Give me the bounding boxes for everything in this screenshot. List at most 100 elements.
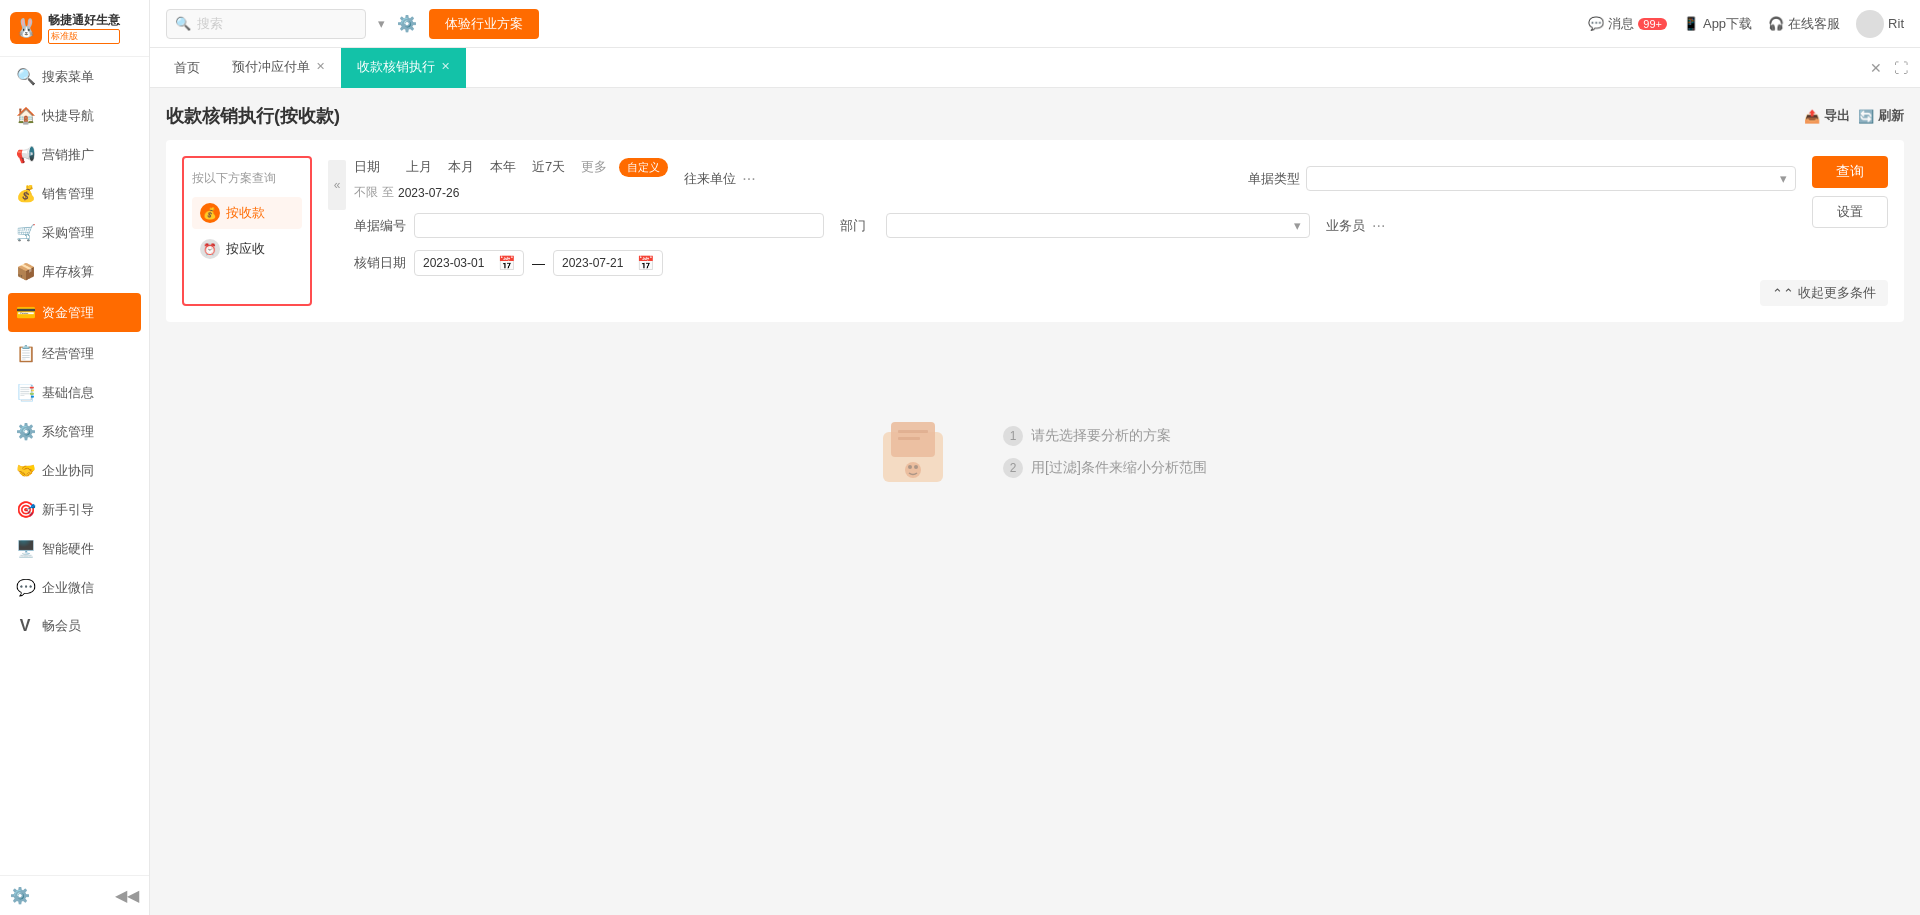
- query-button[interactable]: 查询: [1812, 156, 1888, 188]
- page-title: 收款核销执行(按收款): [166, 104, 340, 128]
- receivable-icon: ⏰: [200, 239, 220, 259]
- tab-close-icon[interactable]: ✕: [316, 60, 325, 73]
- bill-type-select[interactable]: ▾: [1306, 166, 1796, 191]
- main-area: 🔍 搜索 ▾ ⚙️ 体验行业方案 💬 消息 99+ 📱 App下载 🎧 在线客服…: [150, 0, 1920, 915]
- filter-collapse-toggle[interactable]: «: [328, 160, 346, 210]
- sidebar-menu: 🔍 搜索菜单 🏠 快捷导航 📢 营销推广 💰 销售管理 🛒 采购管理 📦 库存核…: [0, 57, 149, 875]
- online-service-button[interactable]: 🎧 在线客服: [1768, 15, 1840, 33]
- sidebar-item-label: 系统管理: [42, 423, 94, 441]
- empty-tip-2: 2 用[过滤]条件来缩小分析范围: [1003, 458, 1207, 478]
- chevron-left-icon: «: [334, 178, 341, 192]
- sidebar-item-search[interactable]: 🔍 搜索菜单: [0, 57, 149, 96]
- export-button[interactable]: 📤 导出: [1804, 107, 1850, 125]
- tab-prepay[interactable]: 预付冲应付单 ✕: [216, 48, 341, 88]
- sidebar-item-quicknav[interactable]: 🏠 快捷导航: [0, 96, 149, 135]
- bill-no-label: 单据编号: [354, 217, 406, 235]
- message-label: 消息: [1608, 15, 1634, 33]
- filter-action-buttons: 查询 设置: [1812, 156, 1888, 228]
- app-download-label: App下载: [1703, 15, 1752, 33]
- gear-icon[interactable]: ⚙️: [397, 14, 417, 33]
- writeoff-date-start-input[interactable]: 2023-03-01 📅: [414, 250, 524, 276]
- svg-point-5: [908, 465, 912, 469]
- app-download-button[interactable]: 📱 App下载: [1683, 15, 1752, 33]
- sidebar-item-system[interactable]: ⚙️ 系统管理: [0, 412, 149, 451]
- tip-number-1: 1: [1003, 426, 1023, 446]
- sidebar-item-enterprise[interactable]: 🤝 企业协同: [0, 451, 149, 490]
- operation-icon: 📋: [16, 344, 34, 363]
- date-shortcut-this-month[interactable]: 本月: [444, 156, 478, 178]
- bill-no-input[interactable]: [414, 213, 824, 238]
- calendar-icon: 📅: [498, 255, 515, 271]
- sidebar-item-label: 智能硬件: [42, 540, 94, 558]
- date-label: 日期: [354, 158, 394, 176]
- date-range-separator: —: [532, 256, 545, 271]
- sidebar-item-hardware[interactable]: 🖥️ 智能硬件: [0, 529, 149, 568]
- empty-tips: 1 请先选择要分析的方案 2 用[过滤]条件来缩小分析范围: [1003, 426, 1207, 478]
- header-search-box: 🔍 搜索: [166, 9, 366, 39]
- industry-solution-button[interactable]: 体验行业方案: [429, 9, 539, 39]
- date-no-limit: 不限: [354, 184, 378, 201]
- sidebar-item-inventory[interactable]: 📦 库存核算: [0, 252, 149, 291]
- tab-close-icon[interactable]: ✕: [441, 60, 450, 73]
- setting-button[interactable]: 设置: [1812, 196, 1888, 228]
- logo-badge: 标准版: [48, 29, 120, 44]
- tab-receipt[interactable]: 收款核销执行 ✕: [341, 48, 466, 88]
- filter-row-1: 日期 上月 本月 本年 近7天 更多 自定义 不限: [354, 156, 1796, 201]
- page-actions: 📤 导出 🔄 刷新: [1804, 107, 1904, 125]
- sidebar-item-basic[interactable]: 📑 基础信息: [0, 373, 149, 412]
- basic-icon: 📑: [16, 383, 34, 402]
- sidebar-item-purchase[interactable]: 🛒 采购管理: [0, 213, 149, 252]
- calendar-icon: 📅: [637, 255, 654, 271]
- counterpart-dots[interactable]: ···: [742, 170, 755, 188]
- user-avatar-area[interactable]: Rit: [1856, 10, 1904, 38]
- sidebar-item-label: 企业微信: [42, 579, 94, 597]
- export-label: 导出: [1824, 107, 1850, 125]
- date-shortcut-last-month[interactable]: 上月: [402, 156, 436, 178]
- tab-controls: ✕ ⛶: [1866, 56, 1912, 80]
- dept-select[interactable]: ▾: [886, 213, 1310, 238]
- tip-number-2: 2: [1003, 458, 1023, 478]
- collapse-sidebar-icon[interactable]: ◀◀: [115, 886, 139, 905]
- empty-tip-1-text: 请先选择要分析的方案: [1031, 427, 1171, 445]
- filter-by-receipt-label: 按收款: [226, 204, 265, 222]
- writeoff-date-end-value: 2023-07-21: [562, 256, 623, 270]
- date-shortcut-custom[interactable]: 自定义: [619, 158, 668, 177]
- date-shortcut-7days[interactable]: 近7天: [528, 156, 569, 178]
- hardware-icon: 🖥️: [16, 539, 34, 558]
- refresh-button[interactable]: 🔄 刷新: [1858, 107, 1904, 125]
- sidebar-item-member[interactable]: V 畅会员: [0, 607, 149, 645]
- sidebar-item-label: 采购管理: [42, 224, 94, 242]
- marketing-icon: 📢: [16, 145, 34, 164]
- writeoff-date-end-input[interactable]: 2023-07-21 📅: [553, 250, 663, 276]
- search-icon: 🔍: [16, 67, 34, 86]
- message-badge: 99+: [1638, 18, 1667, 30]
- export-icon: 📤: [1804, 109, 1820, 124]
- sidebar-item-finance[interactable]: 💳 资金管理: [8, 293, 141, 332]
- svg-rect-2: [898, 430, 928, 433]
- close-all-tabs-icon[interactable]: ✕: [1866, 56, 1886, 80]
- sidebar-item-operation[interactable]: 📋 经营管理: [0, 334, 149, 373]
- staff-field: 业务员 ···: [1326, 217, 1796, 235]
- header-dropdown-icon[interactable]: ▾: [378, 16, 385, 31]
- counterpart-field: 往来单位 ···: [684, 170, 1232, 188]
- sidebar-item-sales[interactable]: 💰 销售管理: [0, 174, 149, 213]
- sidebar-item-wechat[interactable]: 💬 企业微信: [0, 568, 149, 607]
- inventory-icon: 📦: [16, 262, 34, 281]
- sidebar-item-label: 销售管理: [42, 185, 94, 203]
- date-shortcut-this-year[interactable]: 本年: [486, 156, 520, 178]
- logo-text-area: 畅捷通好生意 标准版: [48, 12, 120, 44]
- sidebar-item-guide[interactable]: 🎯 新手引导: [0, 490, 149, 529]
- expand-tabs-icon[interactable]: ⛶: [1890, 56, 1912, 80]
- staff-dots[interactable]: ···: [1372, 217, 1385, 235]
- message-button[interactable]: 💬 消息 99+: [1588, 15, 1667, 33]
- sidebar-item-marketing[interactable]: 📢 营销推广: [0, 135, 149, 174]
- filter-sidebar-title: 按以下方案查询: [192, 170, 302, 187]
- logo-icon: 🐰: [10, 12, 42, 44]
- settings-icon[interactable]: ⚙️: [10, 886, 30, 905]
- collapse-more-button[interactable]: ⌃⌃ 收起更多条件: [1760, 280, 1888, 306]
- filter-by-receivable[interactable]: ⏰ 按应收: [192, 233, 302, 265]
- filter-by-receipt[interactable]: 💰 按收款: [192, 197, 302, 229]
- tab-home[interactable]: 首页: [158, 48, 216, 88]
- system-icon: ⚙️: [16, 422, 34, 441]
- date-shortcut-more[interactable]: 更多: [577, 156, 611, 178]
